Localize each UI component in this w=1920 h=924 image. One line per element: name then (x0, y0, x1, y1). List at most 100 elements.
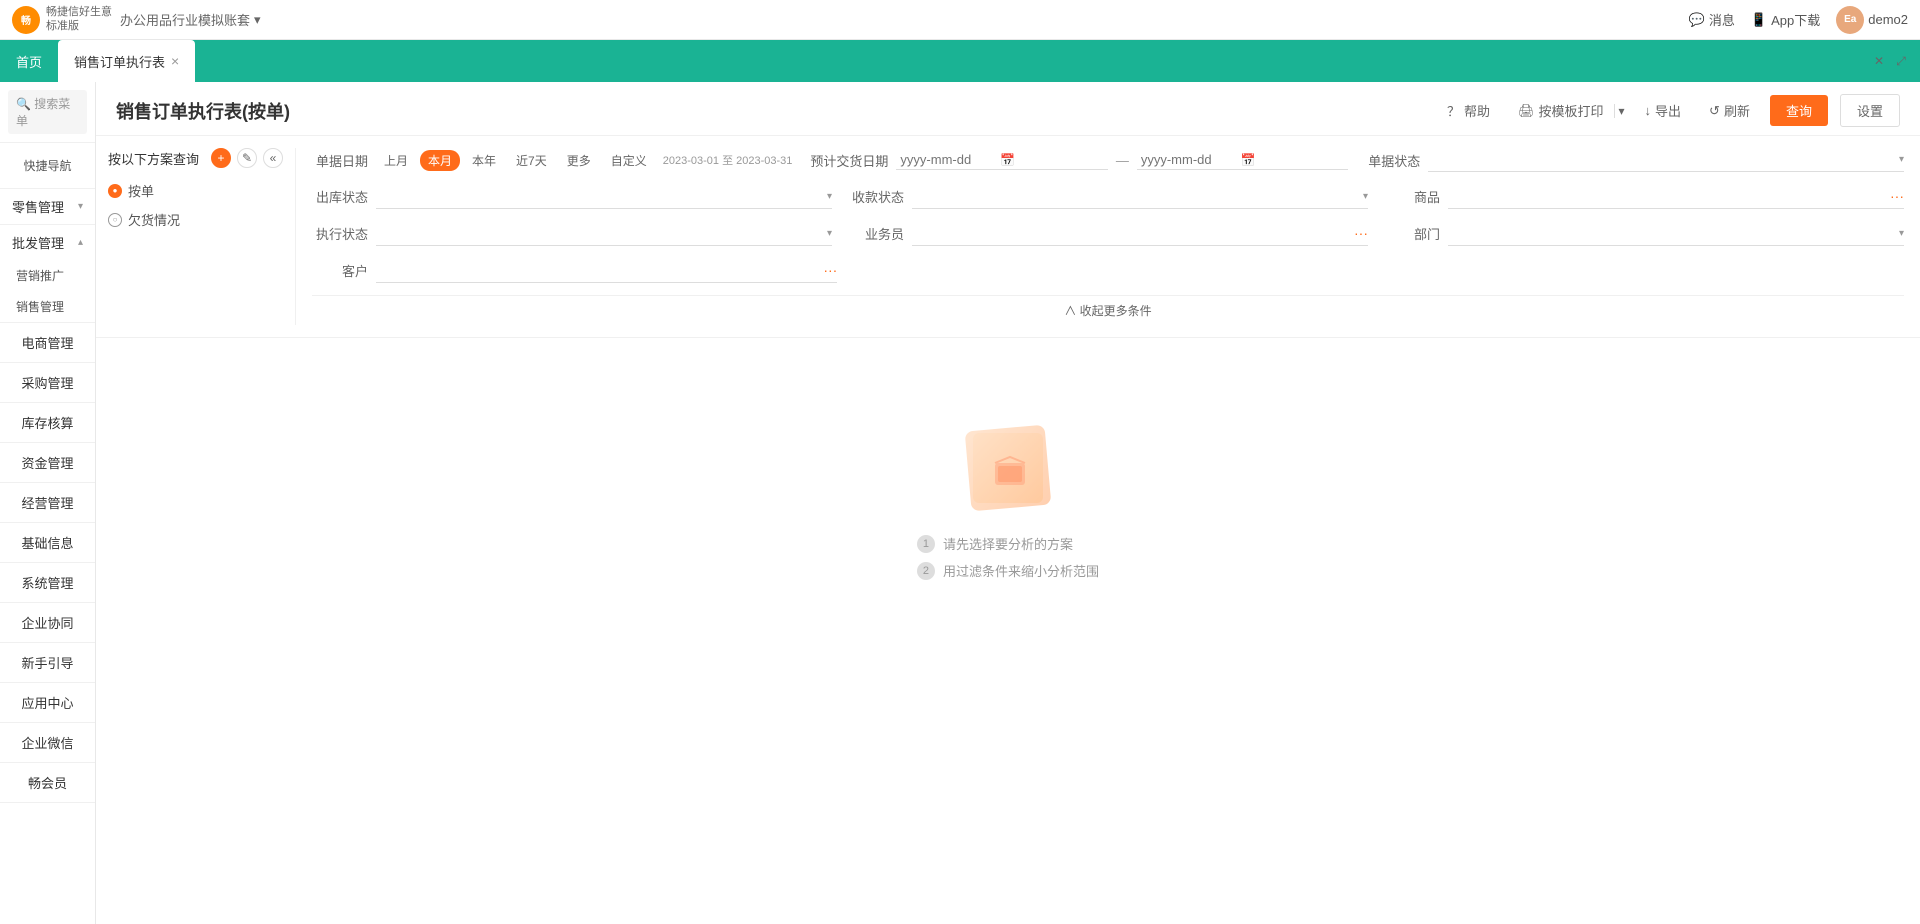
empty-tip-1: 1 请先选择要分析的方案 (917, 534, 1099, 553)
sidebar-item-operations[interactable]: 经营管理 (0, 483, 95, 523)
sidebar-section-retail: 零售管理 ▾ (0, 189, 95, 225)
message-action[interactable]: 💬 消息 (1689, 10, 1735, 29)
scheme-by-order[interactable]: ● 按单 (108, 176, 283, 205)
calendar-icon[interactable]: 📅 (1000, 153, 1015, 167)
edit-scheme-icon[interactable]: ✎ (237, 148, 257, 168)
sidebar-item-enterprise-collab[interactable]: 企业协同 (0, 603, 95, 643)
sidebar-item-basic[interactable]: 基础信息 (0, 523, 95, 563)
empty-box-icon (980, 446, 1040, 496)
sidebar-item-purchase[interactable]: 采购管理 (0, 363, 95, 403)
sidebar-item-inventory[interactable]: 库存核算 (0, 403, 95, 443)
filter-row-2: 出库状态 ▾ 收款状态 ▾ 商品 (312, 184, 1904, 209)
order-status-input[interactable] (1428, 152, 1899, 167)
sidebar-section-header-retail[interactable]: 零售管理 ▾ (0, 189, 95, 224)
tab-bar: 首页 销售订单执行表 × ✕ ⤢ (0, 40, 1920, 82)
sidebar-item-marketing[interactable]: 营销推广 (0, 260, 95, 291)
collapse-scheme-icon[interactable]: « (263, 148, 283, 168)
collapse-button[interactable]: ∧ 收起更多条件 (1064, 302, 1151, 319)
logo-icon: 畅 (12, 6, 40, 34)
salesperson-input[interactable] (912, 226, 1354, 241)
tab-sales-order[interactable]: 销售订单执行表 × (58, 40, 195, 82)
product-input[interactable] (1448, 189, 1890, 204)
payment-status-input[interactable] (912, 189, 1363, 204)
customer-input[interactable] (376, 263, 823, 278)
refresh-button[interactable]: ↺ 刷新 (1701, 97, 1758, 124)
breadcrumb[interactable]: 办公用品行业模拟账套 ▾ (120, 10, 261, 29)
expand-window-button[interactable]: ⤢ (1894, 54, 1908, 68)
execution-dropdown-icon[interactable]: ▾ (827, 228, 832, 239)
close-window-button[interactable]: ✕ (1872, 54, 1886, 68)
sidebar-item-quick-nav[interactable]: 快捷导航 (0, 149, 95, 182)
tab-close-icon[interactable]: × (171, 54, 179, 68)
header-right: 💬 消息 📱 App下载 Ea demo2 (1689, 6, 1908, 34)
predicted-date-from-input[interactable] (900, 152, 1000, 167)
sidebar-item-system[interactable]: 系统管理 (0, 563, 95, 603)
app-download-action[interactable]: 📱 App下载 (1751, 10, 1820, 29)
sidebar-section-wholesale: 批发管理 ▴ 营销推广 销售管理 (0, 225, 95, 323)
customer-more-icon[interactable]: ··· (823, 262, 837, 278)
main-layout: 🔍 搜索菜单 快捷导航 零售管理 ▾ 批发管理 ▴ 营销推广 (0, 82, 1920, 924)
date-tab-current-month[interactable]: 本月 (420, 150, 460, 171)
window-controls: ✕ ⤢ (1872, 54, 1920, 68)
sidebar-quick-nav: 快捷导航 (0, 143, 95, 189)
date-tab-more[interactable]: 更多 (559, 150, 599, 171)
product-wrap: ··· (1448, 184, 1904, 209)
query-button[interactable]: 查询 (1770, 95, 1828, 126)
filter-row-3: 执行状态 ▾ 业务员 ··· 部门 (312, 221, 1904, 246)
customer-wrap: ··· (376, 258, 837, 283)
empty-icon-area (958, 418, 1058, 518)
dept-dropdown-icon[interactable]: ▾ (1899, 228, 1904, 239)
order-status-dropdown-icon[interactable]: ▾ (1899, 154, 1904, 165)
delivery-dropdown-icon[interactable]: ▾ (827, 191, 832, 202)
template-print-wrap: 🖨 按模板打印 ▾ (1510, 97, 1625, 124)
collapse-icon: ∧ (1064, 304, 1076, 318)
delivery-status-input[interactable] (376, 189, 827, 204)
date-tab-custom[interactable]: 自定义 (603, 150, 655, 171)
collapse-row: ∧ 收起更多条件 (312, 295, 1904, 325)
search-menu-button[interactable]: 🔍 搜索菜单 (8, 90, 87, 134)
export-button[interactable]: ↓ 导出 (1637, 97, 1690, 124)
filter-scheme-panel: 按以下方案查询 + ✎ « ● 按单 (96, 148, 296, 325)
page-title: 销售订单执行表(按单) (116, 98, 290, 124)
predicted-date-to-input[interactable] (1141, 152, 1241, 167)
logo-area: 畅 畅捷信好生意 标准版 (12, 6, 112, 34)
sidebar-item-newcomer[interactable]: 新手引导 (0, 643, 95, 683)
dept-input[interactable] (1448, 226, 1899, 241)
date-tab-current-year[interactable]: 本年 (464, 150, 504, 171)
filter-salesperson-field: 业务员 ··· (848, 221, 1368, 246)
sidebar-item-ecommerce[interactable]: 电商管理 (0, 323, 95, 363)
sidebar-section-header-wholesale[interactable]: 批发管理 ▴ (0, 225, 95, 260)
salesperson-more-icon[interactable]: ··· (1354, 225, 1368, 241)
tab-home[interactable]: 首页 (0, 40, 58, 82)
sidebar-item-finance[interactable]: 资金管理 (0, 443, 95, 483)
help-button[interactable]: ？ 帮助 (1439, 97, 1498, 124)
date-tab-last-month[interactable]: 上月 (376, 150, 416, 171)
empty-tips: 1 请先选择要分析的方案 2 用过滤条件来缩小分析范围 (917, 534, 1099, 580)
product-more-icon[interactable]: ··· (1890, 188, 1904, 204)
sidebar-item-sales-management[interactable]: 销售管理 (0, 291, 95, 322)
sidebar-item-enterprise-wechat[interactable]: 企业微信 (0, 723, 95, 763)
calendar-icon-2[interactable]: 📅 (1241, 153, 1256, 167)
delivery-status-wrap: ▾ (376, 185, 832, 209)
sidebar-item-member[interactable]: 畅会员 (0, 763, 95, 803)
sidebar-item-app-center[interactable]: 应用中心 (0, 683, 95, 723)
breadcrumb-arrow-icon: ▾ (254, 12, 261, 28)
predicted-date-from-wrap: 📅 (896, 150, 1107, 170)
scheme-by-debt[interactable]: ○ 欠货情况 (108, 205, 283, 234)
page-title-bar: 销售订单执行表(按单) ？ 帮助 🖨 按模板打印 ▾ ↓ 导出 (96, 82, 1920, 136)
message-icon: 💬 (1689, 12, 1705, 28)
settings-button[interactable]: 设置 (1840, 94, 1900, 127)
template-print-button[interactable]: 🖨 按模板打印 (1510, 97, 1612, 124)
user-profile[interactable]: Ea demo2 (1836, 6, 1908, 34)
date-tab-7days[interactable]: 近7天 (508, 150, 555, 171)
filter-delivery-status-field: 出库状态 ▾ (312, 185, 832, 209)
payment-dropdown-icon[interactable]: ▾ (1363, 191, 1368, 202)
header-left: 畅 畅捷信好生意 标准版 办公用品行业模拟账套 ▾ (12, 6, 261, 34)
payment-status-wrap: ▾ (912, 185, 1368, 209)
filter-scheme-icons: + ✎ « (211, 148, 283, 168)
execution-status-input[interactable] (376, 226, 827, 241)
filter-product-field: 商品 ··· (1384, 184, 1904, 209)
predicted-date-to-wrap: 📅 (1137, 150, 1348, 170)
add-scheme-icon[interactable]: + (211, 148, 231, 168)
print-dropdown-arrow-icon[interactable]: ▾ (1614, 104, 1625, 118)
